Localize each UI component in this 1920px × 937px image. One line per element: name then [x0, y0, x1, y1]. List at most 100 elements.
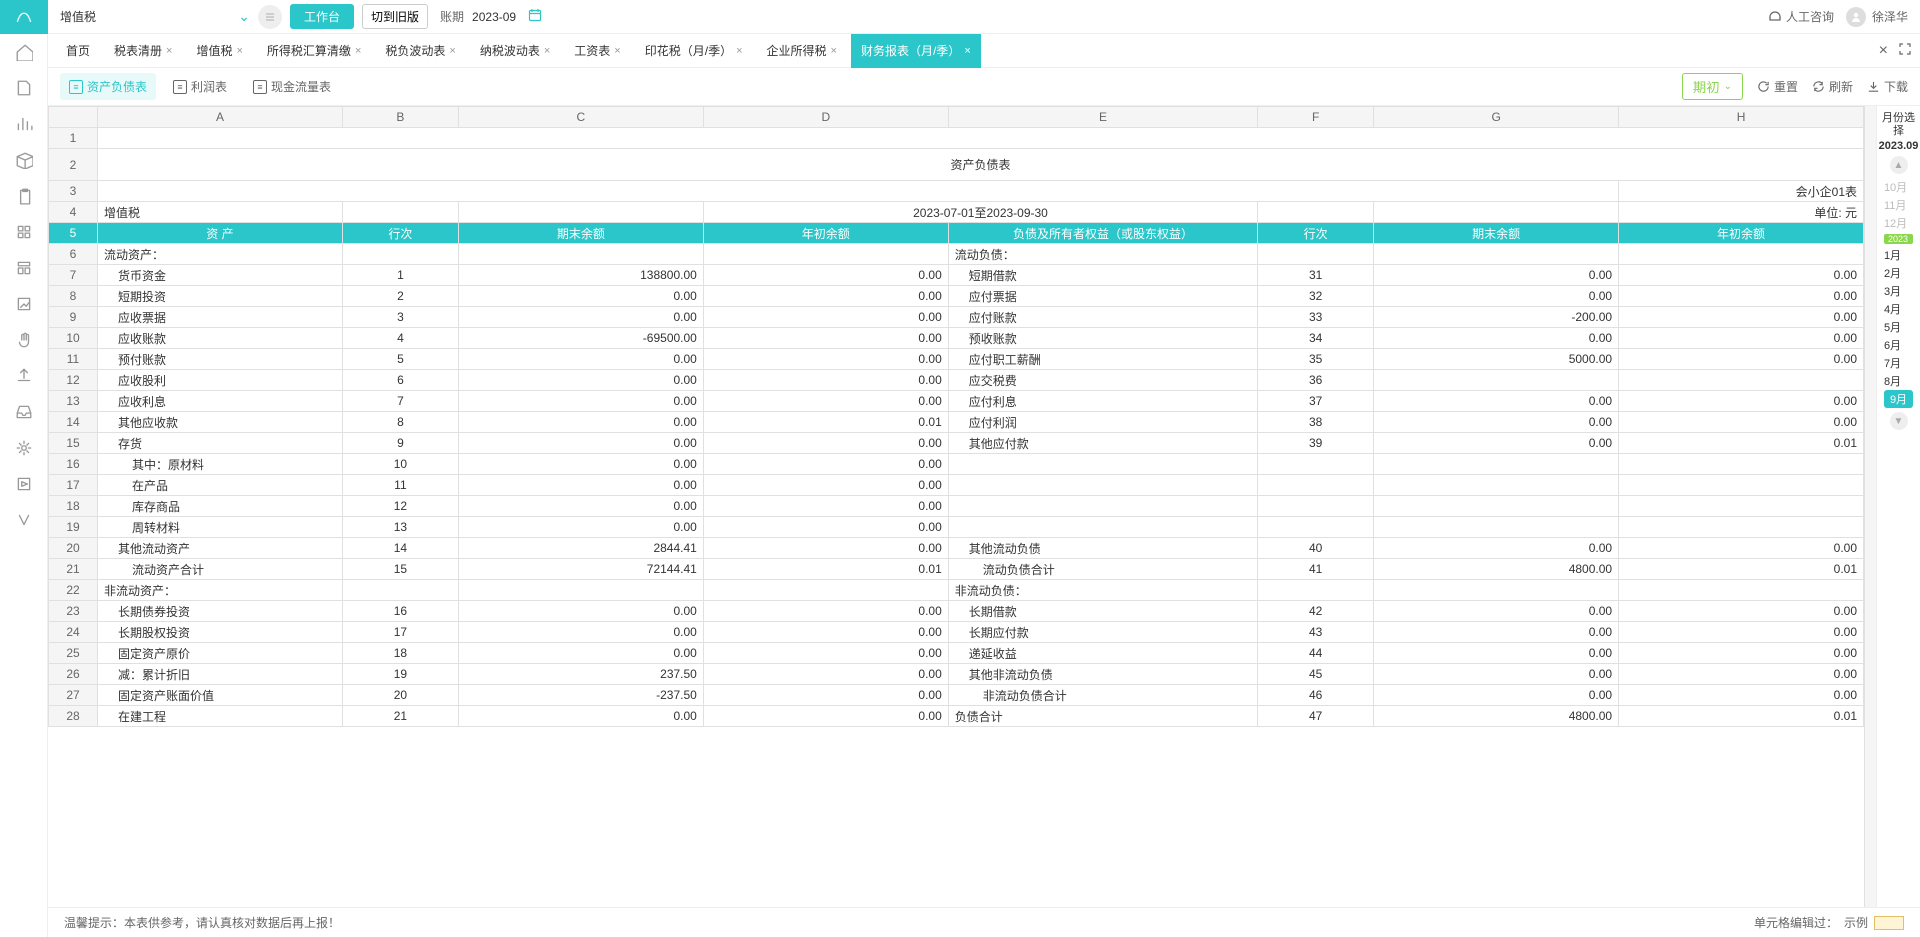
col-header[interactable]: A [97, 107, 342, 128]
cell[interactable]: 0.00 [703, 307, 948, 328]
cell[interactable]: 37 [1258, 391, 1374, 412]
cell[interactable]: 其他应收款 [97, 412, 342, 433]
row-number[interactable]: 10 [49, 328, 98, 349]
cell[interactable]: 0.00 [458, 286, 703, 307]
row-number[interactable]: 9 [49, 307, 98, 328]
cell[interactable]: 0.00 [1619, 412, 1864, 433]
close-all-icon[interactable]: × [1879, 42, 1888, 60]
cell[interactable]: 47 [1258, 706, 1374, 727]
cell[interactable]: 9 [342, 433, 458, 454]
cell[interactable] [458, 580, 703, 601]
close-icon[interactable]: × [449, 45, 455, 57]
row-number[interactable]: 26 [49, 664, 98, 685]
cell[interactable] [948, 496, 1257, 517]
row-number[interactable]: 8 [49, 286, 98, 307]
cell[interactable]: 0.00 [1374, 391, 1619, 412]
cell[interactable]: 应付利息 [948, 391, 1257, 412]
row-number[interactable]: 17 [49, 475, 98, 496]
cell[interactable]: 0.00 [703, 265, 948, 286]
cell[interactable]: 0.00 [458, 307, 703, 328]
tab-所得税汇算清缴[interactable]: 所得税汇算清缴× [257, 34, 371, 68]
cell[interactable]: 0.00 [1374, 328, 1619, 349]
cell[interactable]: 43 [1258, 622, 1374, 643]
month-option[interactable]: 8月 [1884, 372, 1913, 390]
tab-企业所得税[interactable]: 企业所得税× [757, 34, 847, 68]
scrollbar[interactable] [1864, 106, 1876, 907]
month-option[interactable]: 7月 [1884, 354, 1913, 372]
reset-button[interactable]: 重置 [1757, 78, 1798, 95]
cell[interactable]: 非流动负债合计 [948, 685, 1257, 706]
month-up-icon[interactable]: ▲ [1890, 156, 1908, 174]
sidebar-hand-icon[interactable] [0, 322, 48, 358]
cell[interactable]: 15 [342, 559, 458, 580]
sidebar-grid-icon[interactable] [0, 214, 48, 250]
cell[interactable]: 递延收益 [948, 643, 1257, 664]
cell[interactable]: 非流动资产： [97, 580, 342, 601]
cell[interactable] [1619, 496, 1864, 517]
row-number[interactable]: 13 [49, 391, 98, 412]
sidebar-clipboard-icon[interactable] [0, 178, 48, 214]
sidebar-box-icon[interactable] [0, 142, 48, 178]
cell[interactable]: 0.00 [703, 706, 948, 727]
cell[interactable]: 长期债券投资 [97, 601, 342, 622]
col-header[interactable]: E [948, 107, 1257, 128]
cell[interactable]: 2 [342, 286, 458, 307]
cell[interactable]: 19 [342, 664, 458, 685]
cell[interactable]: 0.00 [703, 349, 948, 370]
col-header[interactable]: G [1374, 107, 1619, 128]
tab-增值税[interactable]: 增值税× [186, 34, 252, 68]
sidebar-v-icon[interactable] [0, 502, 48, 538]
cell[interactable]: 0.00 [1619, 286, 1864, 307]
cell[interactable]: 0.00 [1374, 601, 1619, 622]
cell[interactable]: 0.00 [703, 328, 948, 349]
cell[interactable] [1258, 475, 1374, 496]
cell[interactable]: 5000.00 [1374, 349, 1619, 370]
row-number[interactable]: 11 [49, 349, 98, 370]
cell[interactable]: 237.50 [458, 664, 703, 685]
close-icon[interactable]: × [544, 45, 550, 57]
cell[interactable]: 2844.41 [458, 538, 703, 559]
cell[interactable]: 0.00 [1619, 349, 1864, 370]
cell[interactable]: 固定资产账面价值 [97, 685, 342, 706]
cell[interactable]: 0.00 [458, 643, 703, 664]
cell[interactable]: 流动资产合计 [97, 559, 342, 580]
cell[interactable]: 7 [342, 391, 458, 412]
cell[interactable]: 40 [1258, 538, 1374, 559]
tab-税表清册[interactable]: 税表清册× [104, 34, 182, 68]
cell[interactable]: 在建工程 [97, 706, 342, 727]
cell[interactable]: 0.00 [458, 433, 703, 454]
cell[interactable] [1374, 580, 1619, 601]
list-icon-button[interactable] [258, 5, 282, 29]
cell[interactable] [948, 475, 1257, 496]
cell[interactable]: 16 [342, 601, 458, 622]
tab-财务报表（月/季）[interactable]: 财务报表（月/季）× [851, 34, 981, 68]
cell[interactable]: 39 [1258, 433, 1374, 454]
cell[interactable]: 36 [1258, 370, 1374, 391]
cell[interactable] [1619, 517, 1864, 538]
cell[interactable]: 0.00 [1374, 412, 1619, 433]
cell[interactable]: 0.00 [703, 370, 948, 391]
row-number[interactable]: 12 [49, 370, 98, 391]
row-number[interactable]: 23 [49, 601, 98, 622]
cell[interactable]: 0.00 [1374, 622, 1619, 643]
cell[interactable]: -237.50 [458, 685, 703, 706]
month-option[interactable]: 4月 [1884, 300, 1913, 318]
header-cell[interactable]: 期末余额 [458, 223, 703, 244]
switch-old-button[interactable]: 切到旧版 [362, 4, 428, 29]
download-button[interactable]: 下载 [1867, 78, 1908, 95]
month-option[interactable]: 9月 [1884, 390, 1913, 408]
cell[interactable]: 长期股权投资 [97, 622, 342, 643]
cell[interactable] [1258, 517, 1374, 538]
row-number[interactable]: 6 [49, 244, 98, 265]
subtab-资产负债表[interactable]: ≡资产负债表 [60, 73, 156, 100]
col-header[interactable]: D [703, 107, 948, 128]
row-number[interactable]: 19 [49, 517, 98, 538]
cell[interactable]: 应收利息 [97, 391, 342, 412]
cell[interactable]: 2023-07-01至2023-09-30 [703, 202, 1257, 223]
cell[interactable]: 0.00 [703, 664, 948, 685]
month-option[interactable]: 3月 [1884, 282, 1913, 300]
user-menu[interactable]: 徐泽华 [1846, 7, 1908, 27]
cell[interactable]: 单位: 元 [1619, 202, 1864, 223]
cell[interactable]: 0.00 [1374, 433, 1619, 454]
cell[interactable]: 0.00 [1619, 265, 1864, 286]
